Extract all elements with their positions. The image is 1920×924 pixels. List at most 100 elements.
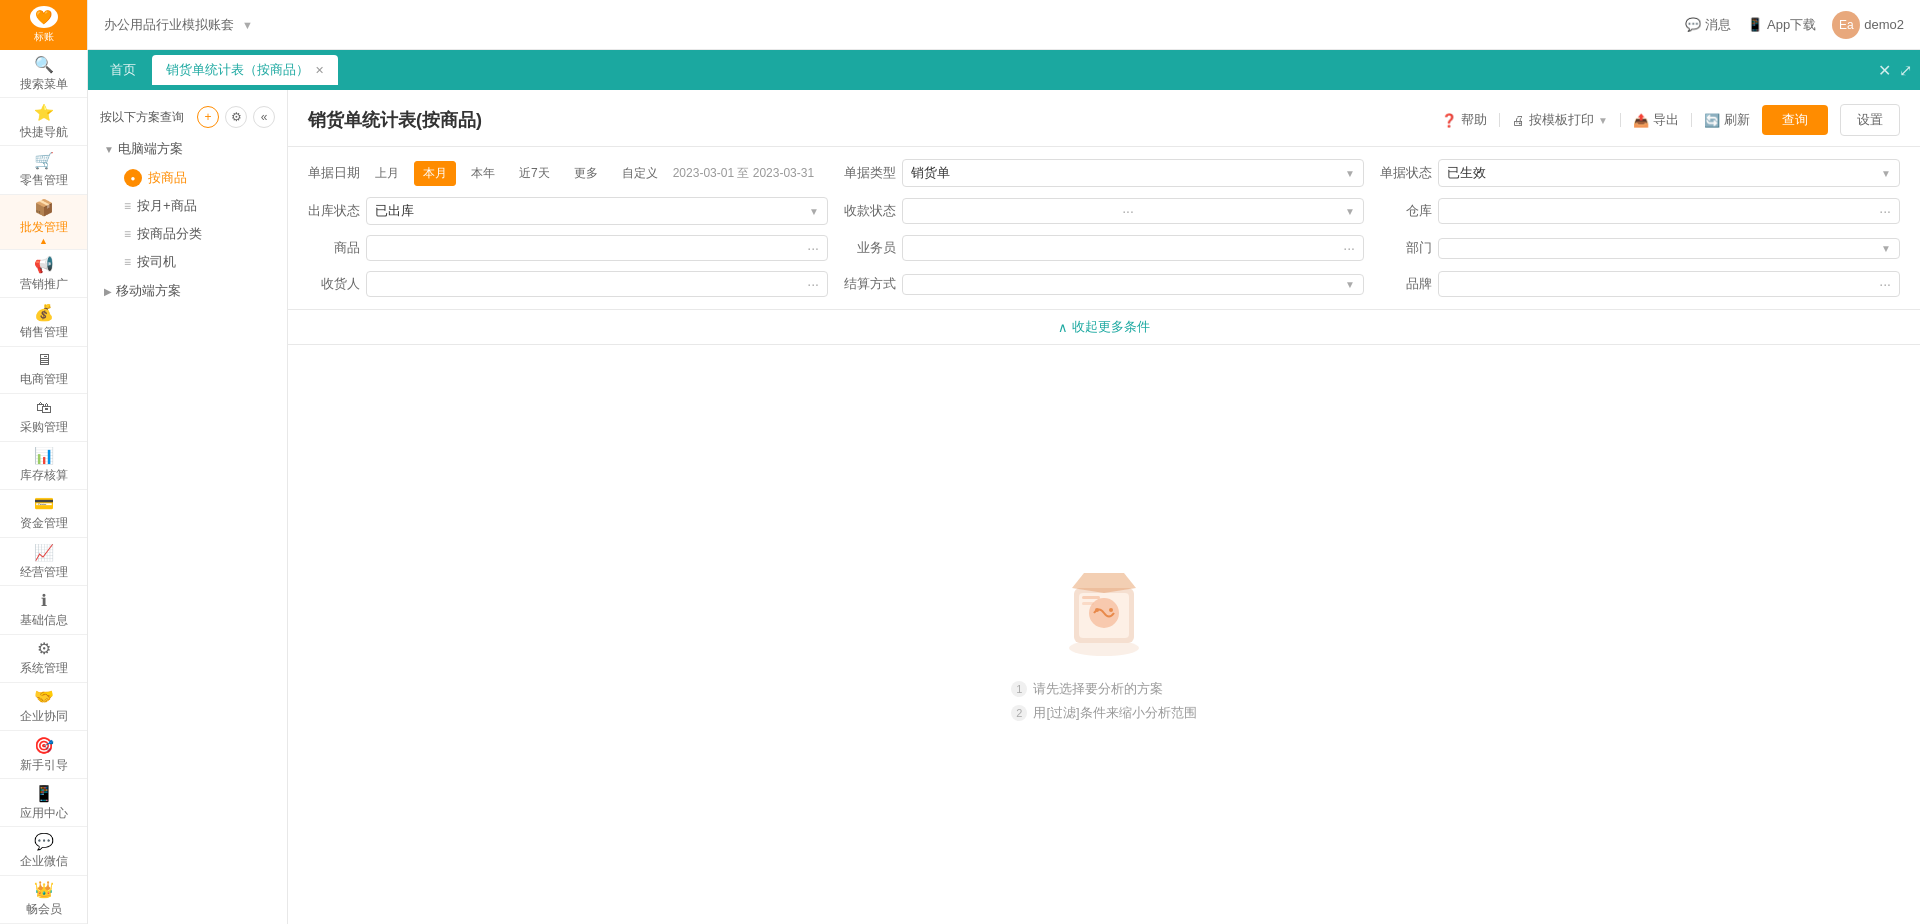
- export-button[interactable]: 📤 导出: [1633, 111, 1679, 129]
- sidebar-item-purchase[interactable]: 🛍 采购管理: [0, 394, 87, 442]
- query-button[interactable]: 查询: [1762, 105, 1828, 135]
- help-button[interactable]: ❓ 帮助: [1441, 111, 1487, 129]
- sidebar-item-search[interactable]: 🔍 搜索菜单: [0, 50, 87, 98]
- tab-maximize-icon[interactable]: ⤢: [1899, 61, 1912, 80]
- message-label: 消息: [1705, 16, 1731, 34]
- machine-icon: ≡: [124, 255, 131, 269]
- sidebar-item-member[interactable]: 👑 畅会员: [0, 876, 87, 924]
- sidebar-item-apps[interactable]: 📱 应用中心: [0, 779, 87, 827]
- collapse-icon: «: [261, 110, 268, 124]
- out-status-select[interactable]: 已出库 ▼: [366, 197, 828, 225]
- sidebar-item-inventory[interactable]: 📊 库存核算: [0, 442, 87, 490]
- product-dots: ···: [807, 240, 819, 256]
- tip-text-1: 请先选择要分析的方案: [1033, 680, 1163, 698]
- collapse-label: 收起更多条件: [1072, 318, 1150, 336]
- sidebar-item-label: 快捷导航: [20, 124, 68, 141]
- message-button[interactable]: 💬 消息: [1685, 16, 1731, 34]
- date-btn-custom[interactable]: 自定义: [613, 161, 667, 186]
- doc-type-select[interactable]: 销货单 ▼: [902, 159, 1364, 187]
- wholesale-icon: 📦: [34, 198, 54, 217]
- date-btn-7days[interactable]: 近7天: [510, 161, 559, 186]
- collapse-panel-button[interactable]: «: [253, 106, 275, 128]
- product-select[interactable]: ···: [366, 235, 828, 261]
- settings-scheme-button[interactable]: ⚙: [225, 106, 247, 128]
- page-header: 销货单统计表(按商品) ❓ 帮助 🖨 按模板打印 ▼ 📤: [288, 90, 1920, 147]
- filter-row-3: 商品 ··· 业务员 ··· 部门: [308, 235, 1900, 261]
- date-btn-this-year[interactable]: 本年: [462, 161, 504, 186]
- tab-close-icon[interactable]: ✕: [315, 64, 324, 77]
- tree-child-by-month-product[interactable]: ≡ 按月+商品: [96, 192, 279, 220]
- tip-num-1: 1: [1011, 681, 1027, 697]
- date-btn-this-month[interactable]: 本月: [414, 161, 456, 186]
- sidebar-item-newbie[interactable]: 🎯 新手引导: [0, 731, 87, 779]
- basics-icon: ℹ: [41, 591, 47, 610]
- sidebar-item-marketing[interactable]: 📢 营销推广: [0, 250, 87, 298]
- doc-status-select[interactable]: 已生效 ▼: [1438, 159, 1900, 187]
- sidebar-item-quick-nav[interactable]: ⭐ 快捷导航: [0, 98, 87, 146]
- product-label: 商品: [308, 239, 360, 257]
- brand-dots: ···: [1879, 276, 1891, 292]
- filter-row-4: 收货人 ··· 结算方式 ▼ 品牌: [308, 271, 1900, 297]
- sidebar-item-finance[interactable]: 💳 资金管理: [0, 490, 87, 538]
- payment-status-select[interactable]: ··· ▼: [902, 198, 1364, 224]
- print-dropdown-icon[interactable]: ▼: [1598, 115, 1608, 126]
- tree-child-by-category[interactable]: ≡ 按商品分类: [96, 220, 279, 248]
- tree-child-label: 按商品分类: [137, 225, 202, 243]
- sidebar-item-wechat[interactable]: 💬 企业微信: [0, 827, 87, 875]
- collapse-bar[interactable]: ∧ 收起更多条件: [288, 310, 1920, 345]
- user-profile-button[interactable]: Ea demo2: [1832, 11, 1904, 39]
- refresh-icon: 🔄: [1704, 113, 1720, 128]
- apps-icon: 📱: [34, 784, 54, 803]
- out-status-label: 出库状态: [308, 202, 360, 220]
- refresh-button[interactable]: 🔄 刷新: [1704, 111, 1750, 129]
- tree-section: ▼ 电脑端方案 ● 按商品 ≡ 按月+商品 ≡ 按商品分类 ≡ 按司机: [88, 134, 287, 306]
- tab-bar: 首页 销货单统计表（按商品） ✕ ✕ ⤢: [88, 50, 1920, 90]
- page-actions: ❓ 帮助 🖨 按模板打印 ▼ 📤 导出: [1441, 104, 1900, 136]
- tab-bar-actions: ✕ ⤢: [1878, 61, 1912, 80]
- add-scheme-button[interactable]: +: [197, 106, 219, 128]
- avatar: Ea: [1832, 11, 1860, 39]
- date-btn-more[interactable]: 更多: [565, 161, 607, 186]
- department-label: 部门: [1380, 239, 1432, 257]
- brand-select[interactable]: ···: [1438, 271, 1900, 297]
- tab-report-label: 销货单统计表（按商品）: [166, 61, 309, 79]
- divider1: [1499, 113, 1500, 127]
- sidebar-item-label: 电商管理: [20, 371, 68, 388]
- sidebar-item-operations[interactable]: 📈 经营管理: [0, 538, 87, 586]
- system-icon: ⚙: [37, 639, 51, 658]
- settings-button[interactable]: 设置: [1840, 104, 1900, 136]
- sidebar-item-wholesale[interactable]: 📦 批发管理 ▲: [0, 195, 87, 250]
- doc-status-label: 单据状态: [1380, 164, 1432, 182]
- tab-report[interactable]: 销货单统计表（按商品） ✕: [152, 55, 338, 85]
- warehouse-select[interactable]: ···: [1438, 198, 1900, 224]
- sidebar-item-sales[interactable]: 💰 销售管理: [0, 298, 87, 346]
- sidebar-item-system[interactable]: ⚙ 系统管理: [0, 635, 87, 683]
- payment-method-select[interactable]: ▼: [902, 274, 1364, 295]
- tree-child-by-machine[interactable]: ≡ 按司机: [96, 248, 279, 276]
- warehouse-dots: ···: [1879, 203, 1891, 219]
- workspace-dropdown-icon[interactable]: ▼: [242, 19, 253, 31]
- payment-status-dots: ···: [1122, 203, 1134, 219]
- salesperson-select[interactable]: ···: [902, 235, 1364, 261]
- tree-mobile-parent[interactable]: ▶ 移动端方案: [96, 276, 279, 306]
- refresh-label: 刷新: [1724, 111, 1750, 129]
- department-select[interactable]: ▼: [1438, 238, 1900, 259]
- sidebar-item-basics[interactable]: ℹ 基础信息: [0, 586, 87, 634]
- tab-home[interactable]: 首页: [96, 55, 150, 85]
- content-area: 按以下方案查询 + ⚙ « ▼ 电脑端方案 ● 按商品: [88, 90, 1920, 924]
- recipient-dots: ···: [807, 276, 819, 292]
- sidebar-item-ecommerce[interactable]: 🖥 电商管理: [0, 347, 87, 395]
- tree-child-by-product[interactable]: ● 按商品: [96, 164, 279, 192]
- doc-status-field: 单据状态 已生效 ▼: [1380, 159, 1900, 187]
- workspace-name: 办公用品行业模拟账套: [104, 16, 234, 34]
- app-download-button[interactable]: 📱 App下载: [1747, 16, 1816, 34]
- sidebar-item-retail[interactable]: 🛒 零售管理: [0, 146, 87, 194]
- sidebar-item-enterprise[interactable]: 🤝 企业协同: [0, 683, 87, 731]
- date-btn-last-month[interactable]: 上月: [366, 161, 408, 186]
- tab-close-window-icon[interactable]: ✕: [1878, 61, 1891, 80]
- tree-mobile-label: 移动端方案: [116, 282, 181, 300]
- print-button[interactable]: 🖨 按模板打印 ▼: [1512, 111, 1608, 129]
- tree-pc-parent[interactable]: ▼ 电脑端方案: [96, 134, 279, 164]
- quick-nav-icon: ⭐: [34, 103, 54, 122]
- recipient-select[interactable]: ···: [366, 271, 828, 297]
